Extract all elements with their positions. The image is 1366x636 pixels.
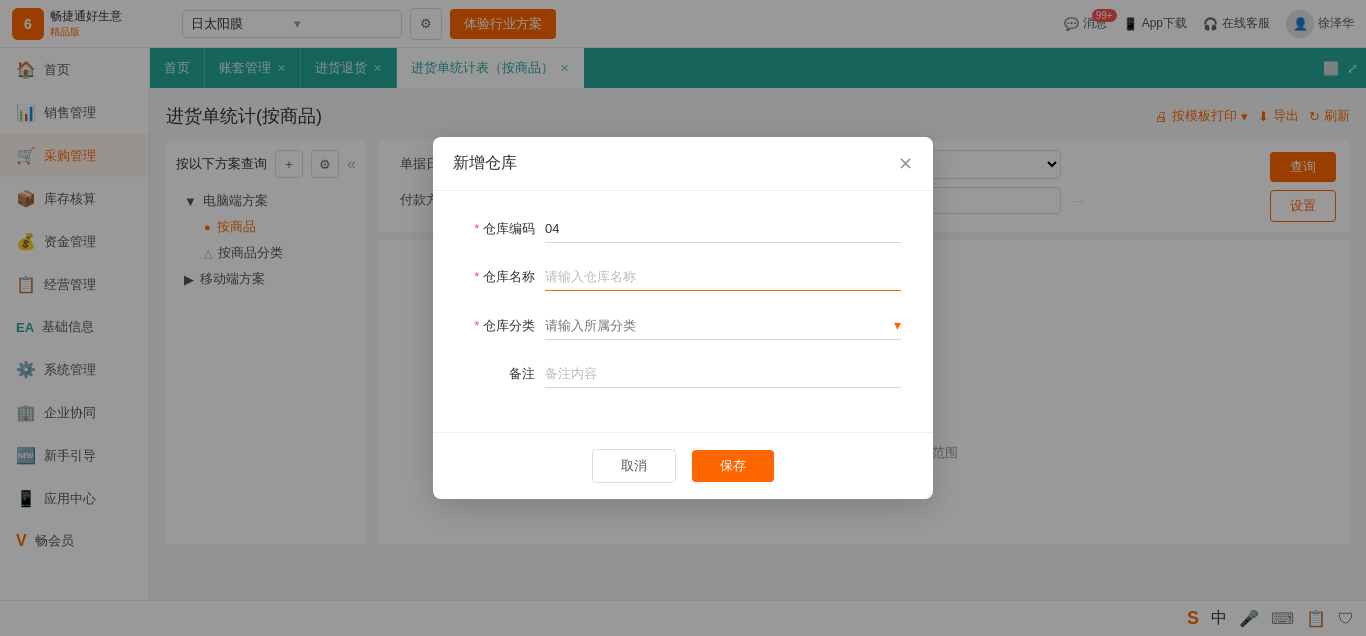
category-select[interactable]: ▾ xyxy=(545,311,901,340)
code-label: 仓库编码 xyxy=(465,220,545,238)
category-input[interactable] xyxy=(545,318,894,333)
category-label: 仓库分类 xyxy=(465,317,545,335)
code-input[interactable] xyxy=(545,215,901,243)
modal-title: 新增仓库 xyxy=(453,153,517,174)
remark-input[interactable] xyxy=(545,360,901,388)
name-input[interactable] xyxy=(545,263,901,291)
save-button[interactable]: 保存 xyxy=(692,450,774,482)
name-label: 仓库名称 xyxy=(465,268,545,286)
category-arrow-icon: ▾ xyxy=(894,317,901,333)
add-warehouse-modal: 新增仓库 ✕ 仓库编码 仓库名称 仓库分类 ▾ xyxy=(433,137,933,499)
form-row-category: 仓库分类 ▾ xyxy=(465,311,901,340)
modal-overlay[interactable]: 新增仓库 ✕ 仓库编码 仓库名称 仓库分类 ▾ xyxy=(0,0,1366,636)
modal-footer: 取消 保存 xyxy=(433,432,933,499)
modal-body: 仓库编码 仓库名称 仓库分类 ▾ 备注 xyxy=(433,191,933,432)
cancel-button[interactable]: 取消 xyxy=(592,449,676,483)
modal-header: 新增仓库 ✕ xyxy=(433,137,933,191)
remark-label: 备注 xyxy=(465,365,545,383)
form-row-remark: 备注 xyxy=(465,360,901,388)
form-row-name: 仓库名称 xyxy=(465,263,901,291)
modal-close-btn[interactable]: ✕ xyxy=(898,155,913,173)
form-row-code: 仓库编码 xyxy=(465,215,901,243)
